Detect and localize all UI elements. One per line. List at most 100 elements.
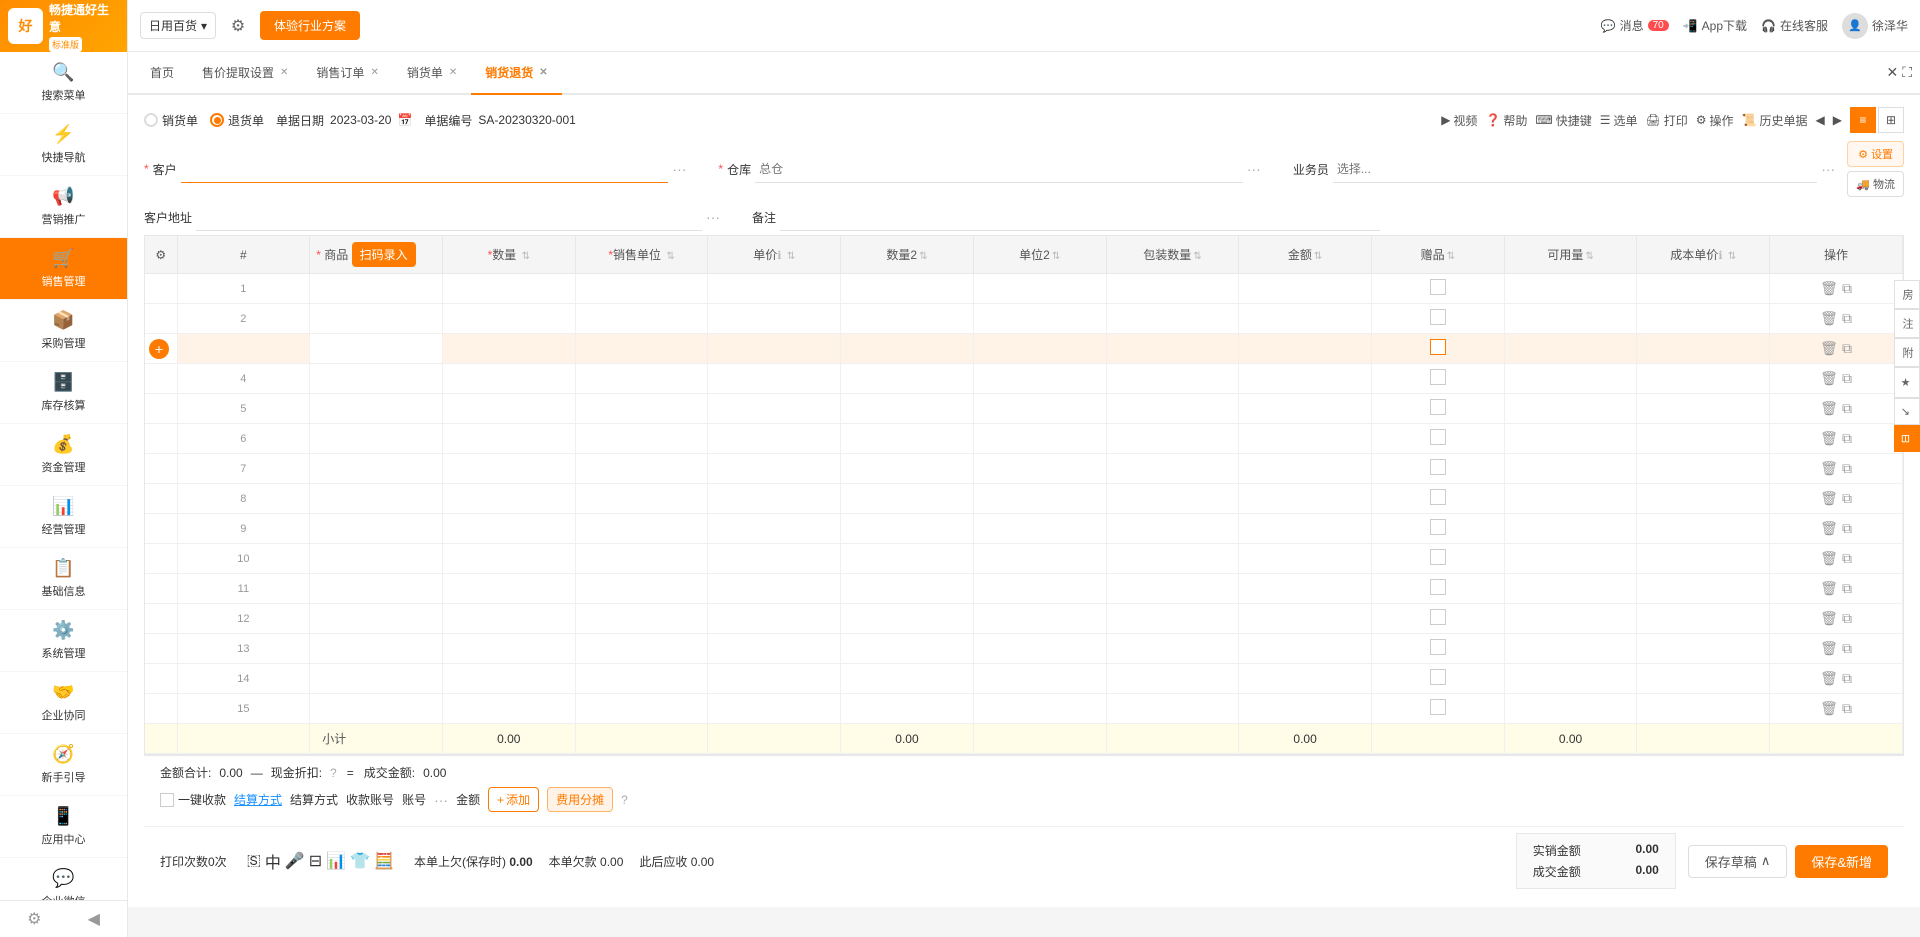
cell-pkgqty-1[interactable] bbox=[1106, 274, 1239, 304]
cell-amount-11[interactable] bbox=[1239, 574, 1372, 604]
cell-cost-12[interactable] bbox=[1637, 604, 1770, 634]
cell-cost-14[interactable] bbox=[1637, 664, 1770, 694]
app-download-btn[interactable]: 📲 App下载 bbox=[1683, 17, 1747, 34]
cell-gift-11[interactable] bbox=[1371, 574, 1504, 604]
add-row-btn[interactable]: + bbox=[149, 339, 169, 359]
cell-qty2-6[interactable] bbox=[841, 424, 974, 454]
cell-product-10[interactable] bbox=[310, 544, 443, 574]
cell-unit-6[interactable] bbox=[575, 424, 708, 454]
cell-qty-2[interactable] bbox=[442, 304, 575, 334]
next-record-btn[interactable]: ▶ bbox=[1833, 113, 1842, 127]
gift-checkbox-15[interactable] bbox=[1430, 699, 1446, 715]
sidebar-item-shortcut[interactable]: ⚡ 快捷导航 bbox=[0, 114, 127, 176]
staff-input[interactable] bbox=[1333, 155, 1817, 183]
rsb-star[interactable]: ★ bbox=[1894, 367, 1920, 398]
cell-product-9[interactable] bbox=[310, 514, 443, 544]
cell-qty-3[interactable] bbox=[442, 334, 575, 364]
cell-pkgqty-6[interactable] bbox=[1106, 424, 1239, 454]
cell-available-1[interactable] bbox=[1504, 274, 1637, 304]
cell-available-5[interactable] bbox=[1504, 394, 1637, 424]
cell-gift-10[interactable] bbox=[1371, 544, 1504, 574]
delete-row-4-btn[interactable]: 🗑 bbox=[1820, 370, 1838, 387]
cell-qty-8[interactable] bbox=[442, 484, 575, 514]
logistics-btn[interactable]: 🚚 物流 bbox=[1847, 171, 1904, 197]
tab-sale-price-close[interactable]: ✕ bbox=[280, 67, 288, 78]
cell-cost-9[interactable] bbox=[1637, 514, 1770, 544]
cell-unit2-3[interactable] bbox=[973, 334, 1106, 364]
delete-row-8-btn[interactable]: 🗑 bbox=[1820, 490, 1838, 507]
cell-qty2-15[interactable] bbox=[841, 694, 974, 724]
cell-available-8[interactable] bbox=[1504, 484, 1637, 514]
cell-amount-2[interactable] bbox=[1239, 304, 1372, 334]
sidebar-item-app-center[interactable]: 📱 应用中心 bbox=[0, 796, 127, 858]
cell-pkgqty-10[interactable] bbox=[1106, 544, 1239, 574]
gift-checkbox-12[interactable] bbox=[1430, 609, 1446, 625]
cell-pkgqty-14[interactable] bbox=[1106, 664, 1239, 694]
cell-unit2-12[interactable] bbox=[973, 604, 1106, 634]
cell-product-2[interactable] bbox=[310, 304, 443, 334]
copy-row-4-btn[interactable]: ⧉ bbox=[1842, 370, 1852, 387]
collapse-footer-btn[interactable]: ◀ bbox=[88, 909, 100, 929]
sidebar-item-search[interactable]: 🔍 搜索菜单 bbox=[0, 52, 127, 114]
settings-footer-btn[interactable]: ⚙ bbox=[27, 909, 41, 929]
gift-checkbox-8[interactable] bbox=[1430, 489, 1446, 505]
cell-qty-7[interactable] bbox=[442, 454, 575, 484]
cell-available-11[interactable] bbox=[1504, 574, 1637, 604]
delete-row-15-btn[interactable]: 🗑 bbox=[1820, 700, 1838, 717]
cell-cost-7[interactable] bbox=[1637, 454, 1770, 484]
rsb-room[interactable]: 房 bbox=[1894, 280, 1920, 309]
delete-row-6-btn[interactable]: 🗑 bbox=[1820, 430, 1838, 447]
topbar-settings-btn[interactable]: ⚙ bbox=[224, 12, 252, 40]
cell-qty2-4[interactable] bbox=[841, 364, 974, 394]
cell-product-4[interactable] bbox=[310, 364, 443, 394]
rsb-expand[interactable]: ↗ bbox=[1894, 398, 1920, 425]
tab-sale-return-close[interactable]: ✕ bbox=[539, 67, 547, 78]
cell-product-8[interactable] bbox=[310, 484, 443, 514]
delete-row-5-btn[interactable]: 🗑 bbox=[1820, 400, 1838, 417]
sidebar-item-wechat[interactable]: 💬 企业微信 bbox=[0, 858, 127, 900]
cell-gift-15[interactable] bbox=[1371, 694, 1504, 724]
staff-lookup-btn[interactable]: ··· bbox=[1821, 161, 1835, 177]
cell-price-3[interactable] bbox=[708, 334, 841, 364]
radio-return[interactable]: 退货单 bbox=[210, 112, 264, 129]
tab-sale-price[interactable]: 售价提取设置 ✕ bbox=[188, 52, 302, 95]
cell-cost-2[interactable] bbox=[1637, 304, 1770, 334]
cell-qty2-9[interactable] bbox=[841, 514, 974, 544]
cell-unit-13[interactable] bbox=[575, 634, 708, 664]
gift-checkbox-6[interactable] bbox=[1430, 429, 1446, 445]
cell-amount-8[interactable] bbox=[1239, 484, 1372, 514]
radio-sale[interactable]: 销货单 bbox=[144, 112, 198, 129]
gift-checkbox-10[interactable] bbox=[1430, 549, 1446, 565]
copy-row-6-btn[interactable]: ⧉ bbox=[1842, 430, 1852, 447]
cell-pkgqty-9[interactable] bbox=[1106, 514, 1239, 544]
copy-row-14-btn[interactable]: ⧉ bbox=[1842, 670, 1852, 687]
customer-lookup-btn[interactable]: ··· bbox=[672, 161, 686, 177]
cell-product-6[interactable] bbox=[310, 424, 443, 454]
copy-row-10-btn[interactable]: ⧉ bbox=[1842, 550, 1852, 567]
gift-checkbox-11[interactable] bbox=[1430, 579, 1446, 595]
cell-available-4[interactable] bbox=[1504, 364, 1637, 394]
cell-available-6[interactable] bbox=[1504, 424, 1637, 454]
gift-checkbox-14[interactable] bbox=[1430, 669, 1446, 685]
cell-product-13[interactable] bbox=[310, 634, 443, 664]
copy-row-9-btn[interactable]: ⧉ bbox=[1842, 520, 1852, 537]
cell-price-1[interactable] bbox=[708, 274, 841, 304]
account-lookup-btn[interactable]: ··· bbox=[434, 792, 448, 808]
cell-gift-5[interactable] bbox=[1371, 394, 1504, 424]
cell-unit2-11[interactable] bbox=[973, 574, 1106, 604]
delete-row-7-btn[interactable]: 🗑 bbox=[1820, 460, 1838, 477]
cell-product-12[interactable] bbox=[310, 604, 443, 634]
cell-qty2-7[interactable] bbox=[841, 454, 974, 484]
cell-pkgqty-11[interactable] bbox=[1106, 574, 1239, 604]
scan-btn[interactable]: 扫码录入 bbox=[352, 242, 416, 267]
delete-row-10-btn[interactable]: 🗑 bbox=[1820, 550, 1838, 567]
cell-pkgqty-12[interactable] bbox=[1106, 604, 1239, 634]
copy-row-5-btn[interactable]: ⧉ bbox=[1842, 400, 1852, 417]
mic-icon[interactable]: 🎤 bbox=[285, 851, 305, 871]
cell-qty-4[interactable] bbox=[442, 364, 575, 394]
rsb-attach[interactable]: 附 bbox=[1894, 338, 1920, 367]
delete-row-1-btn[interactable]: 🗑 bbox=[1820, 280, 1838, 297]
cell-price-9[interactable] bbox=[708, 514, 841, 544]
cell-qty2-2[interactable] bbox=[841, 304, 974, 334]
cell-qty-5[interactable] bbox=[442, 394, 575, 424]
